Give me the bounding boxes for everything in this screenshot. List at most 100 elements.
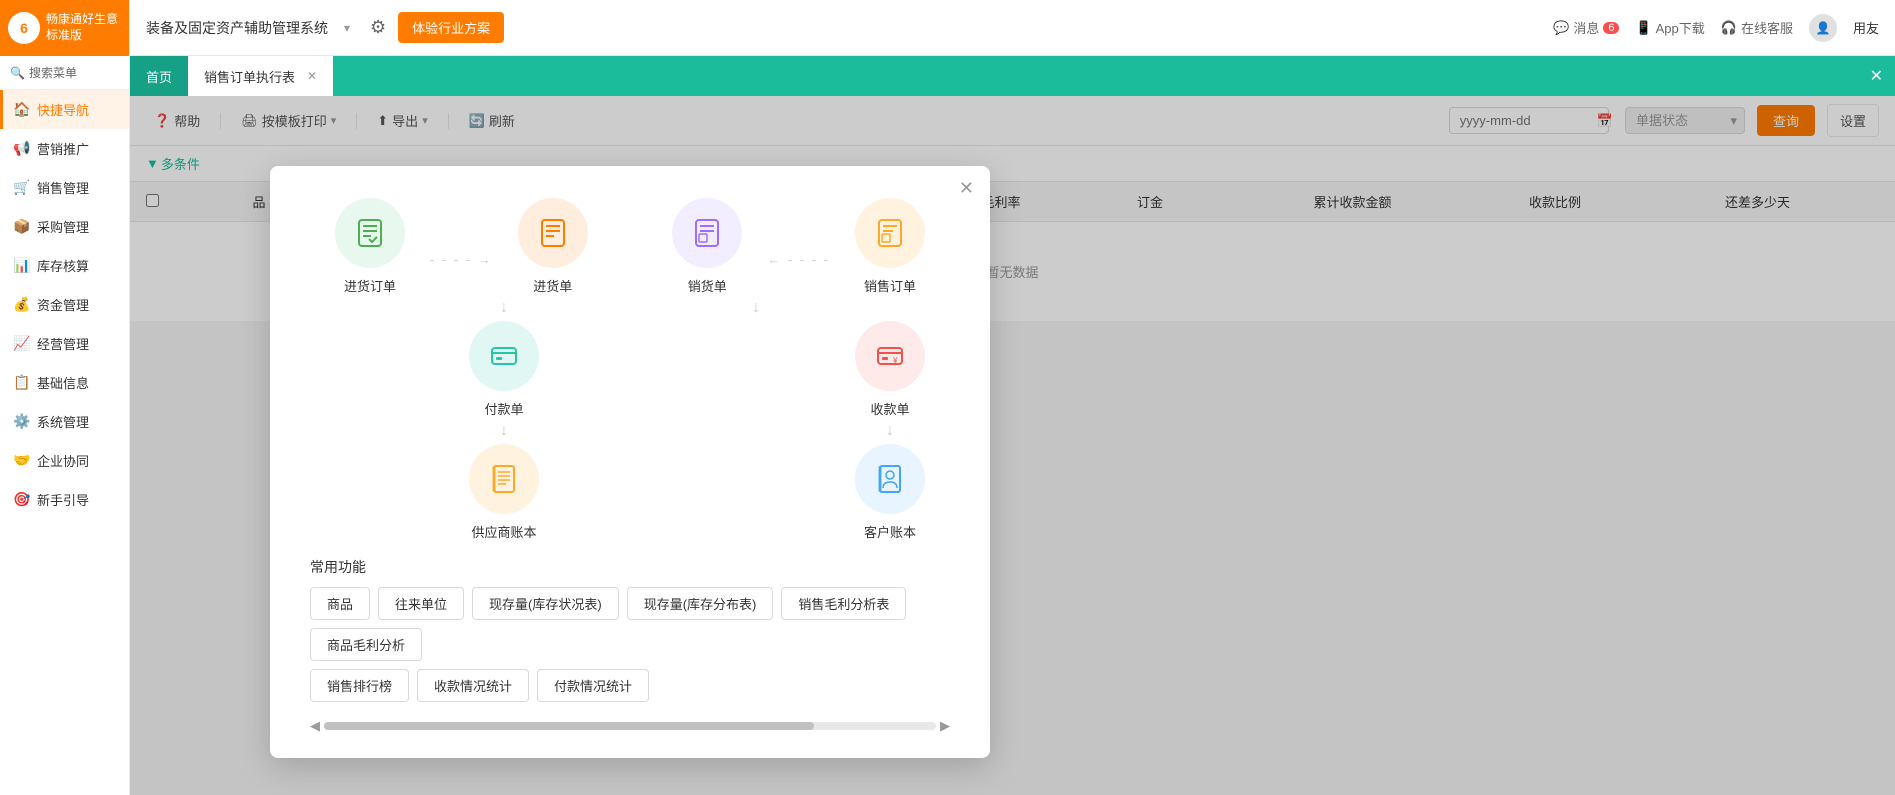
sidebar-item-label: 采购管理 [37, 217, 89, 236]
flow-item-purchase-order[interactable]: 进货订单 [310, 198, 430, 295]
sidebar-item-label: 资金管理 [37, 295, 89, 314]
search-menu[interactable]: 🔍 搜索菜单 [0, 56, 129, 90]
home-tab-label: 首页 [146, 67, 172, 86]
user-name: 用友 [1853, 18, 1879, 37]
btn-counterparty[interactable]: 往来单位 [378, 587, 464, 620]
sidebar-item-system[interactable]: ⚙️ 系统管理 [0, 402, 129, 441]
online-service-button[interactable]: 🎧 在线客服 [1721, 18, 1793, 37]
user-avatar[interactable]: 👤 [1809, 14, 1837, 42]
down-arrow-receipt: ↓ [886, 422, 894, 440]
spacer-col-last [830, 299, 950, 317]
flow-item-receipt-bill[interactable]: ¥ 收款单 [830, 321, 950, 418]
sidebar-item-finance[interactable]: 💰 资金管理 [0, 285, 129, 324]
flow-item-purchase-bill[interactable]: 进货单 [493, 198, 613, 295]
app-logo: 6 畅康通好生意 标准版 [0, 0, 129, 56]
close-all-tabs-button[interactable]: ✕ [1858, 66, 1895, 86]
btn-stock-status[interactable]: 现存量(库存状况表) [472, 587, 619, 620]
sidebar-item-enterprise[interactable]: 🤝 企业协同 [0, 441, 129, 480]
scrollbar-thumb[interactable] [324, 722, 814, 730]
btn-goods[interactable]: 商品 [310, 587, 370, 620]
sales-icon: 🛒 [13, 179, 31, 197]
app-download-label: App下载 [1656, 18, 1705, 37]
sales-bill-label: 销货单 [688, 276, 727, 295]
btn-receipt-stats[interactable]: 收款情况统计 [417, 669, 529, 702]
btn-goods-gross-analysis[interactable]: 商品毛利分析 [310, 628, 422, 661]
btn-stock-dist[interactable]: 现存量(库存分布表) [627, 587, 774, 620]
sidebar-item-sales[interactable]: 🛒 销售管理 [0, 168, 129, 207]
enterprise-icon: 🤝 [13, 452, 31, 470]
sidebar-item-label: 库存核算 [37, 256, 89, 275]
scrollbar-track[interactable] [324, 722, 936, 730]
sidebar-item-label: 新手引导 [37, 490, 89, 509]
experience-button[interactable]: 体验行业方案 [398, 12, 504, 43]
sales-bill-col: ↓ [696, 299, 816, 317]
service-icon: 🎧 [1721, 20, 1737, 36]
online-service-label: 在线客服 [1741, 18, 1793, 37]
sidebar-item-marketing[interactable]: 📢 营销推广 [0, 129, 129, 168]
flow-item-sales-order[interactable]: 销售订单 [830, 198, 950, 295]
receipt-down-col: ↓ [830, 422, 950, 440]
message-icon: 💬 [1553, 20, 1569, 36]
flow-item-supplier-ledger[interactable]: 供应商账本 [444, 444, 564, 541]
common-functions-title: 常用功能 [310, 557, 950, 577]
sidebar-item-basic-info[interactable]: 📋 基础信息 [0, 363, 129, 402]
message-badge: 6 [1603, 22, 1619, 34]
spacer-middle [564, 299, 696, 317]
spacer-col-arrow2 [816, 299, 830, 317]
dropdown-arrow[interactable]: ▾ [344, 21, 350, 35]
btn-payment-stats[interactable]: 付款情况统计 [537, 669, 649, 702]
sidebar-item-operations[interactable]: 📈 经营管理 [0, 324, 129, 363]
purchase-order-circle [335, 198, 405, 268]
down-arrow-payment: ↓ [500, 422, 508, 440]
newbie-icon: 🎯 [13, 491, 31, 509]
avatar-icon: 👤 [1816, 21, 1831, 35]
message-button[interactable]: 💬 消息 6 [1553, 18, 1619, 37]
message-label: 消息 [1573, 18, 1599, 37]
sidebar-item-label: 快捷导航 [37, 100, 89, 119]
quick-nav-icon: 🏠 [13, 101, 31, 119]
flow-modal: ✕ 进货订单 [270, 166, 990, 758]
btn-sales-gross-analysis[interactable]: 销售毛利分析表 [781, 587, 906, 620]
sidebar-item-inventory[interactable]: 📊 库存核算 [0, 246, 129, 285]
arrow-left-1: ← - - - - [767, 252, 830, 267]
topbar: 装备及固定资产辅助管理系统 ▾ ⚙ 体验行业方案 💬 消息 6 📱 App下载 … [130, 0, 1895, 56]
modal-overlay[interactable]: ✕ 进货订单 [130, 96, 1895, 795]
tab-close-icon[interactable]: ✕ [307, 69, 317, 83]
marketing-icon: 📢 [13, 140, 31, 158]
tab-home[interactable]: 首页 [130, 56, 188, 96]
finance-icon: 💰 [13, 296, 31, 314]
spacer-row3 [564, 321, 830, 418]
sidebar-item-newbie[interactable]: 🎯 新手引导 [0, 480, 129, 519]
purchase-bill-label: 进货单 [533, 276, 572, 295]
search-icon: 🔍 [10, 66, 25, 80]
sidebar-item-quick-nav[interactable]: 🏠 快捷导航 [0, 90, 129, 129]
sidebar-item-label: 经营管理 [37, 334, 89, 353]
scroll-area: ◀ ▶ [270, 710, 990, 734]
btn-sales-rank[interactable]: 销售排行榜 [310, 669, 409, 702]
content-area: ❓ 帮助 🖨 按模板打印 ▾ ⬆ 导出 ▾ 🔄 刷新 [130, 96, 1895, 795]
spacer-row4 [564, 422, 830, 440]
tabbar: 首页 销售订单执行表 ✕ ✕ [130, 56, 1895, 96]
scroll-right-arrow[interactable]: ▶ [940, 718, 950, 734]
purchase-order-label: 进货订单 [344, 276, 396, 295]
app-download-button[interactable]: 📱 App下载 [1635, 18, 1704, 37]
sidebar: 6 畅康通好生意 标准版 🔍 搜索菜单 🏠 快捷导航 📢 营销推广 🛒 销售管理… [0, 0, 130, 795]
settings-icon[interactable]: ⚙ [370, 17, 386, 38]
sidebar-item-label: 系统管理 [37, 412, 89, 431]
payment-down-col: ↓ [444, 422, 564, 440]
system-title: 装备及固定资产辅助管理系统 [146, 18, 328, 38]
common-functions-section: 常用功能 商品 往来单位 现存量(库存状况表) 现存量(库存分布表) 销售毛利分… [270, 557, 990, 702]
topbar-actions: 💬 消息 6 📱 App下载 🎧 在线客服 👤 用友 [1553, 14, 1879, 42]
sidebar-item-purchase[interactable]: 📦 采购管理 [0, 207, 129, 246]
flow-item-payment-bill[interactable]: 付款单 [444, 321, 564, 418]
flow-item-customer-ledger[interactable]: 客户账本 [830, 444, 950, 541]
scroll-left-arrow[interactable]: ◀ [310, 718, 320, 734]
flow-item-sales-bill[interactable]: 销货单 [647, 198, 767, 295]
tab-sales-order-exec[interactable]: 销售订单执行表 ✕ [188, 56, 333, 96]
modal-close-button[interactable]: ✕ [959, 178, 974, 199]
spacer-col-arrow [430, 299, 444, 317]
sidebar-item-label: 企业协同 [37, 451, 89, 470]
spacer-row5 [564, 444, 830, 541]
supplier-ledger-circle [469, 444, 539, 514]
search-label: 搜索菜单 [29, 64, 77, 81]
